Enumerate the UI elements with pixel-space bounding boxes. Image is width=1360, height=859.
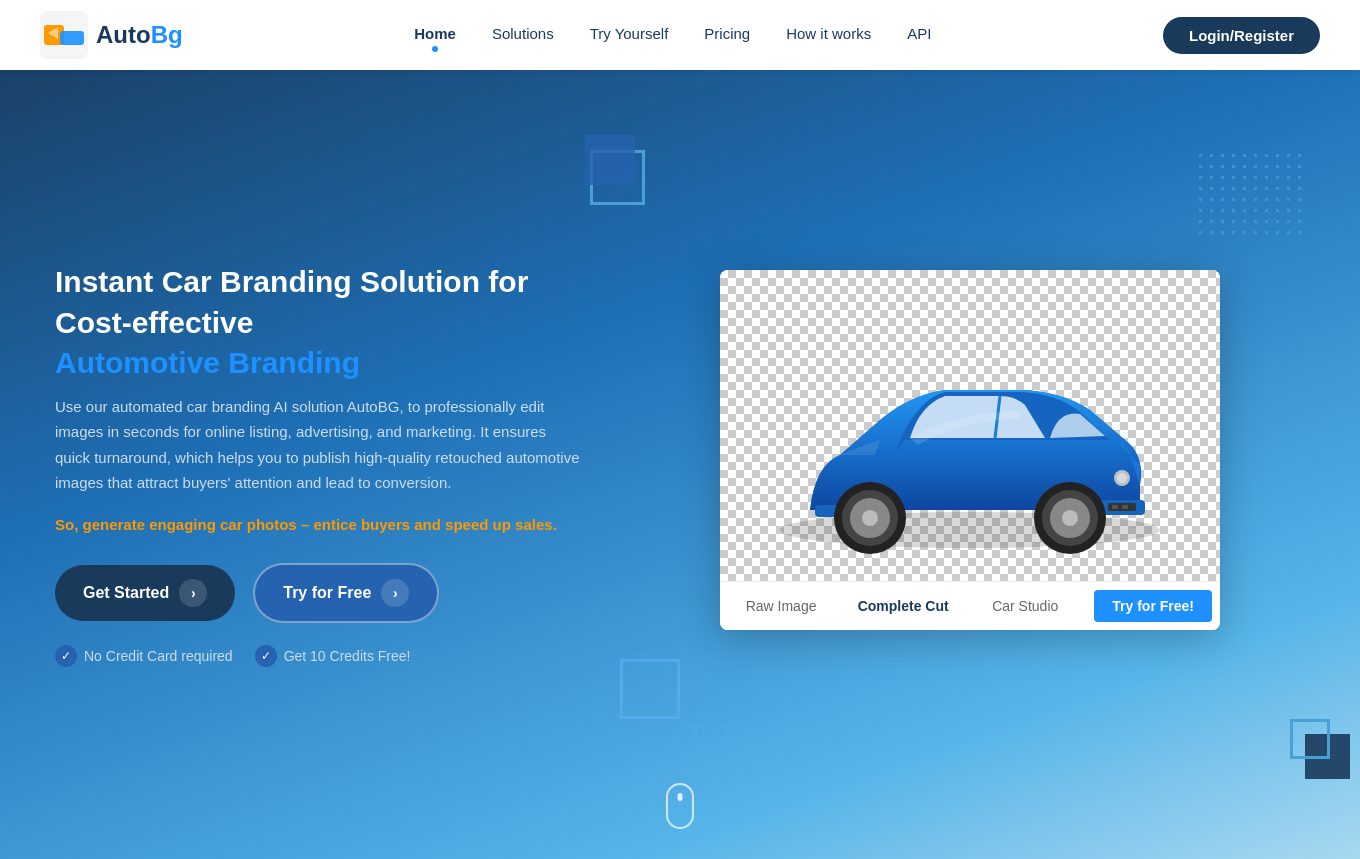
button-group: Get Started › Try for Free › [55, 563, 580, 623]
tab-raw-image[interactable]: Raw Image [720, 582, 842, 630]
deco-square-bottom-left [620, 659, 680, 719]
svg-point-11 [1117, 473, 1127, 483]
svg-rect-8 [1112, 505, 1118, 509]
nav-how-it-works[interactable]: How it works [786, 25, 871, 46]
tab-complete-cut[interactable]: Complete Cut [842, 582, 964, 630]
nav-solutions[interactable]: Solutions [492, 25, 554, 46]
car-svg [750, 310, 1190, 590]
logo: AutoBg [40, 11, 183, 59]
credit-item-1: ✓ No Credit Card required [55, 645, 233, 667]
hero-description: Use our automated car branding AI soluti… [55, 394, 580, 496]
hero-section: Instant Car Branding Solution for Cost-e… [0, 0, 1360, 859]
login-register-button[interactable]: Login/Register [1163, 17, 1320, 54]
scroll-indicator [666, 783, 694, 829]
car-image-container: Raw Image Complete Cut Car Studio Try fo… [720, 270, 1220, 630]
hero-title: Instant Car Branding Solution for Cost-e… [55, 262, 580, 384]
scroll-dot [678, 793, 683, 801]
car-image [720, 270, 1220, 630]
image-tab-try-free-button[interactable]: Try for Free! [1094, 590, 1212, 622]
hero-left: Instant Car Branding Solution for Cost-e… [0, 262, 580, 667]
nav-try-yourself[interactable]: Try Yourself [590, 25, 669, 46]
dots-top-right-decoration [1195, 150, 1305, 240]
solid-square-top-left [585, 135, 635, 185]
nav-api[interactable]: API [907, 25, 931, 46]
tab-car-studio[interactable]: Car Studio [964, 582, 1086, 630]
check-icon-2: ✓ [255, 645, 277, 667]
svg-point-15 [1062, 510, 1078, 526]
nav-links: Home Solutions Try Yourself Pricing How … [414, 25, 931, 46]
svg-rect-9 [1122, 505, 1128, 509]
logo-icon [40, 11, 88, 59]
scroll-mouse-icon [666, 783, 694, 829]
svg-rect-2 [60, 31, 84, 45]
navbar: AutoBg Home Solutions Try Yourself Prici… [0, 0, 1360, 70]
try-free-arrow-icon: › [381, 579, 409, 607]
nav-pricing[interactable]: Pricing [704, 25, 750, 46]
credits-row: ✓ No Credit Card required ✓ Get 10 Credi… [55, 645, 580, 667]
nav-home[interactable]: Home [414, 25, 456, 46]
get-started-arrow-icon: › [179, 579, 207, 607]
hero-cta-text: So, generate engaging car photos – entic… [55, 516, 580, 533]
hero-right: Raw Image Complete Cut Car Studio Try fo… [580, 70, 1360, 859]
deco-square-bottom-right [1290, 719, 1330, 759]
get-started-button[interactable]: Get Started › [55, 565, 235, 621]
car-frame: Raw Image Complete Cut Car Studio Try fo… [720, 270, 1220, 630]
try-for-free-button[interactable]: Try for Free › [253, 563, 439, 623]
logo-text: AutoBg [96, 21, 183, 49]
check-icon-1: ✓ [55, 645, 77, 667]
credit-item-2: ✓ Get 10 Credits Free! [255, 645, 411, 667]
svg-point-19 [862, 510, 878, 526]
hero-title-highlight: Automotive Branding [55, 346, 360, 379]
image-tabs: Raw Image Complete Cut Car Studio Try fo… [720, 581, 1220, 630]
